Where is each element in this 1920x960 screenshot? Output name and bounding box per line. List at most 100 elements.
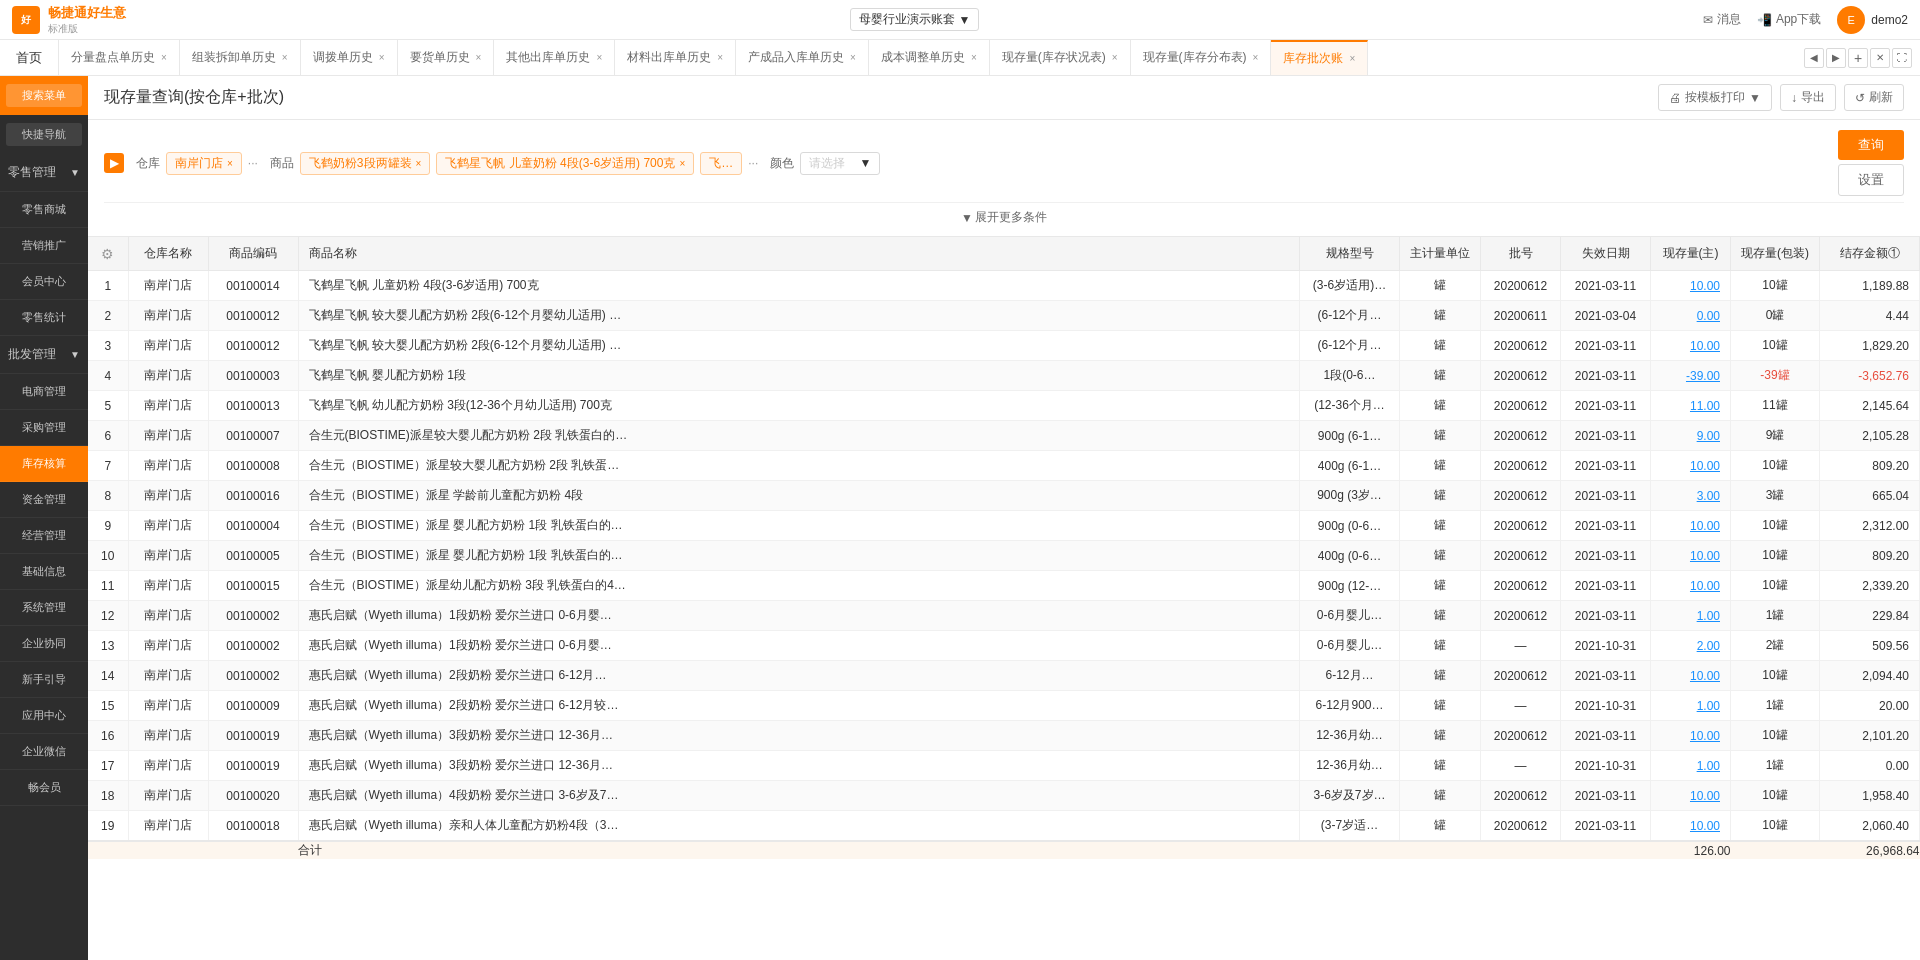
- company-selector[interactable]: 母婴行业演示账套 ▼: [850, 8, 980, 31]
- sidebar-item-retail-mgmt[interactable]: 零售管理 ▼: [0, 154, 88, 192]
- close-tab-icon[interactable]: ×: [476, 52, 482, 63]
- cell-qty-main[interactable]: 10.00: [1651, 721, 1731, 751]
- tab-fenliang[interactable]: 分量盘点单历史 ×: [59, 40, 180, 76]
- sidebar-item-wecom[interactable]: 企业微信: [0, 734, 88, 770]
- export-btn[interactable]: ↓ 导出: [1780, 84, 1836, 111]
- tab-xiancun-fenbu[interactable]: 现存量(库存分布表) ×: [1131, 40, 1272, 76]
- tab-home[interactable]: 首页: [0, 40, 59, 75]
- footer-balance: 26,968.64: [1820, 841, 1920, 859]
- tab-add-btn[interactable]: +: [1848, 48, 1868, 68]
- print-btn[interactable]: 🖨 按模板打印 ▼: [1658, 84, 1772, 111]
- tab-maximize-btn[interactable]: ⛶: [1892, 48, 1912, 68]
- tab-next-btn[interactable]: ▶: [1826, 48, 1846, 68]
- cell-qty-main[interactable]: -39.00: [1651, 361, 1731, 391]
- cell-qty-main[interactable]: 10.00: [1651, 511, 1731, 541]
- cell-qty-main[interactable]: 10.00: [1651, 451, 1731, 481]
- close-tab-icon[interactable]: ×: [282, 52, 288, 63]
- tab-close-all-btn[interactable]: ✕: [1870, 48, 1890, 68]
- cell-qty-main[interactable]: 1.00: [1651, 601, 1731, 631]
- color-dropdown[interactable]: 请选择 ▼: [800, 152, 880, 175]
- cell-qty-main[interactable]: 10.00: [1651, 661, 1731, 691]
- tab-chanpin-ruku[interactable]: 产成品入库单历史 ×: [736, 40, 869, 76]
- cell-code: 00100015: [208, 571, 298, 601]
- close-tab-icon[interactable]: ×: [161, 52, 167, 63]
- product-label: 商品: [270, 155, 294, 172]
- sidebar-item-finance[interactable]: 资金管理: [0, 482, 88, 518]
- product-tag1[interactable]: 飞鹤奶粉3段两罐装 ×: [300, 152, 431, 175]
- tab-kucun-pici[interactable]: 库存批次账 ×: [1271, 40, 1368, 76]
- user-profile-btn[interactable]: E demo2: [1837, 6, 1908, 34]
- sidebar-item-member2[interactable]: 畅会员: [0, 770, 88, 806]
- cell-qty-main[interactable]: 10.00: [1651, 571, 1731, 601]
- product-more[interactable]: ···: [748, 156, 758, 170]
- table-row: 5 南岸门店 00100013 飞鹤星飞帆 幼儿配方奶粉 3段(12-36个月幼…: [88, 391, 1920, 421]
- cell-spec: 900g (6-1…: [1300, 421, 1400, 451]
- cell-qty-main[interactable]: 11.00: [1651, 391, 1731, 421]
- tab-yaohuo[interactable]: 要货单历史 ×: [398, 40, 495, 76]
- close-tab-icon[interactable]: ×: [717, 52, 723, 63]
- sidebar-item-system[interactable]: 系统管理: [0, 590, 88, 626]
- warehouse-more[interactable]: ···: [248, 156, 258, 170]
- refresh-btn[interactable]: ↺ 刷新: [1844, 84, 1904, 111]
- messages-btn[interactable]: ✉ 消息: [1703, 11, 1741, 28]
- cell-spec: 1段(0-6…: [1300, 361, 1400, 391]
- sidebar-item-basic-info[interactable]: 基础信息: [0, 554, 88, 590]
- sidebar-item-retail-mall[interactable]: 零售商城: [0, 192, 88, 228]
- tab-xiancun-zhuangkuang[interactable]: 现存量(库存状况表) ×: [990, 40, 1131, 76]
- cell-qty-main[interactable]: 3.00: [1651, 481, 1731, 511]
- sidebar-item-collab[interactable]: 企业协同: [0, 626, 88, 662]
- sidebar-item-ecommerce[interactable]: 电商管理: [0, 374, 88, 410]
- cell-qty-pkg: 10罐: [1731, 781, 1820, 811]
- close-tab-icon[interactable]: ×: [379, 52, 385, 63]
- sidebar-item-member[interactable]: 会员中心: [0, 264, 88, 300]
- product-tag2[interactable]: 飞鹤星飞帆 儿童奶粉 4段(3-6岁适用) 700克 ×: [436, 152, 694, 175]
- sidebar-item-retail-stats[interactable]: 零售统计: [0, 300, 88, 336]
- warehouse-tag[interactable]: 南岸门店 ×: [166, 152, 242, 175]
- close-tab-icon[interactable]: ×: [1112, 52, 1118, 63]
- cell-qty-main[interactable]: 10.00: [1651, 541, 1731, 571]
- sidebar-item-wholesale[interactable]: 批发管理 ▼: [0, 336, 88, 374]
- sidebar-item-purchase[interactable]: 采购管理: [0, 410, 88, 446]
- remove-warehouse-tag-icon[interactable]: ×: [227, 158, 233, 169]
- filter-expand-trigger[interactable]: ▶: [104, 153, 124, 173]
- filter-expand-btn[interactable]: ▼ 展开更多条件: [104, 202, 1904, 226]
- cell-qty-main[interactable]: 9.00: [1651, 421, 1731, 451]
- top-header: 好 畅捷通好生意 标准版 母婴行业演示账套 ▼ ✉ 消息 📲 App下载 E d…: [0, 0, 1920, 40]
- tab-prev-btn[interactable]: ◀: [1804, 48, 1824, 68]
- tab-cailiao-chuku[interactable]: 材料出库单历史 ×: [615, 40, 736, 76]
- sidebar-item-app-center[interactable]: 应用中心: [0, 698, 88, 734]
- cell-qty-main[interactable]: 1.00: [1651, 691, 1731, 721]
- cell-qty-main[interactable]: 0.00: [1651, 301, 1731, 331]
- cell-qty-main[interactable]: 1.00: [1651, 751, 1731, 781]
- sidebar-search-btn[interactable]: 搜索菜单: [0, 76, 88, 115]
- query-btn[interactable]: 查询: [1838, 130, 1904, 160]
- cell-qty-main[interactable]: 10.00: [1651, 271, 1731, 301]
- close-tab-icon[interactable]: ×: [971, 52, 977, 63]
- sidebar-item-marketing[interactable]: 营销推广: [0, 228, 88, 264]
- cell-qty-main[interactable]: 10.00: [1651, 811, 1731, 842]
- close-tab-icon[interactable]: ×: [850, 52, 856, 63]
- remove-product-tag2-icon[interactable]: ×: [679, 158, 685, 169]
- sidebar-item-operations[interactable]: 经营管理: [0, 518, 88, 554]
- cell-qty-main[interactable]: 10.00: [1651, 781, 1731, 811]
- cell-qty-main[interactable]: 2.00: [1651, 631, 1731, 661]
- sidebar-item-newbie[interactable]: 新手引导: [0, 662, 88, 698]
- cell-index: 10: [88, 541, 128, 571]
- product-tag-more[interactable]: 飞…: [700, 152, 742, 175]
- tab-chengben[interactable]: 成本调整单历史 ×: [869, 40, 990, 76]
- sidebar-quick-nav-btn[interactable]: 快捷导航: [0, 115, 88, 154]
- tab-zuzhang[interactable]: 组装拆卸单历史 ×: [180, 40, 301, 76]
- tab-diaopo[interactable]: 调拨单历史 ×: [301, 40, 398, 76]
- close-tab-icon[interactable]: ×: [596, 52, 602, 63]
- sidebar-item-inventory[interactable]: 库存核算: [0, 446, 88, 482]
- table-footer: 合计 126.00 26,968.64: [88, 841, 1920, 859]
- settings-icon[interactable]: ⚙: [101, 246, 114, 262]
- close-tab-icon[interactable]: ×: [1349, 53, 1355, 64]
- remove-product-tag1-icon[interactable]: ×: [416, 158, 422, 169]
- cell-balance: 229.84: [1820, 601, 1920, 631]
- tab-qita-chuku[interactable]: 其他出库单历史 ×: [494, 40, 615, 76]
- setting-btn[interactable]: 设置: [1838, 164, 1904, 196]
- cell-qty-main[interactable]: 10.00: [1651, 331, 1731, 361]
- app-download-btn[interactable]: 📲 App下载: [1757, 11, 1821, 28]
- close-tab-icon[interactable]: ×: [1253, 52, 1259, 63]
